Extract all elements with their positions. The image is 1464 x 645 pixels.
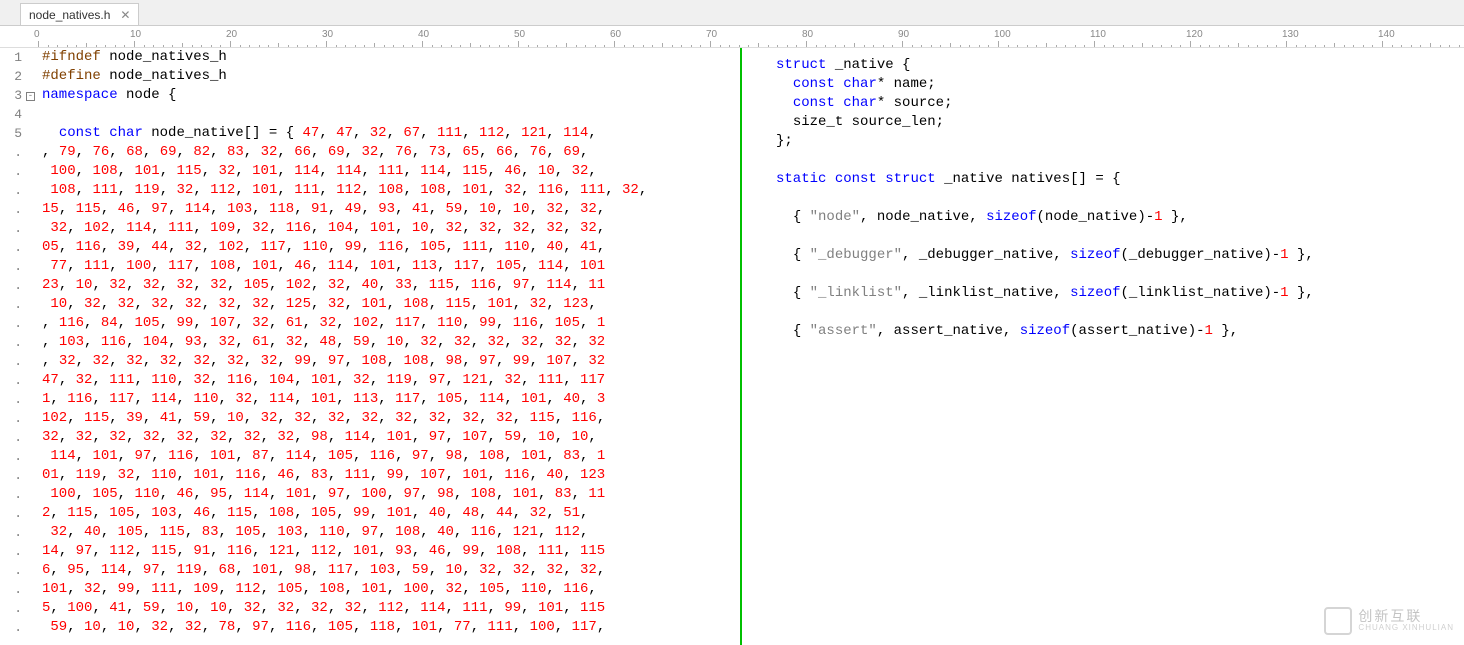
line-number: . — [4, 238, 22, 257]
ruler-label: 0 — [34, 29, 40, 40]
line-number: . — [4, 580, 22, 599]
watermark-text-cn: 创新互联 — [1358, 609, 1454, 624]
editor-window: node_natives.h ✕ 0 10 20 30 40 50 60 70 80 90 100 1… — [0, 0, 1464, 645]
line-number: . — [4, 352, 22, 371]
line-number: . — [4, 428, 22, 447]
line-number: . — [4, 257, 22, 276]
ruler-label: 60 — [610, 29, 621, 40]
tab-filename: node_natives.h — [29, 8, 110, 22]
watermark-text-en: CHUANG XINHULIAN — [1358, 624, 1454, 633]
line-number: . — [4, 390, 22, 409]
ruler-label: 20 — [226, 29, 237, 40]
code-content-right[interactable]: struct _native { const char* name; const… — [772, 56, 1464, 360]
ruler-label: 70 — [706, 29, 717, 40]
right-code-pane[interactable]: struct _native { const char* name; const… — [740, 48, 1464, 645]
line-number: . — [4, 637, 22, 645]
line-number: 3 — [4, 86, 22, 105]
ruler-label: 100 — [994, 29, 1011, 40]
ruler-label: 50 — [514, 29, 525, 40]
line-number: . — [4, 276, 22, 295]
tab-bar: node_natives.h ✕ — [0, 0, 1464, 26]
code-content-left[interactable]: #ifndef node_natives_h#define node_nativ… — [38, 48, 740, 645]
fold-toggle-icon[interactable]: - — [26, 92, 35, 101]
line-number: . — [4, 219, 22, 238]
line-number: . — [4, 485, 22, 504]
watermark: 创新互联 CHUANG XINHULIAN — [1324, 607, 1454, 635]
line-number-gutter: 12345.............................. — [0, 48, 26, 645]
ruler-label: 130 — [1282, 29, 1299, 40]
line-number: . — [4, 200, 22, 219]
line-number: 2 — [4, 67, 22, 86]
split-view: 12345.............................. - #i… — [0, 48, 1464, 645]
line-number: . — [4, 599, 22, 618]
line-number: . — [4, 523, 22, 542]
file-tab[interactable]: node_natives.h ✕ — [20, 3, 139, 25]
line-number: 1 — [4, 48, 22, 67]
line-number: . — [4, 447, 22, 466]
line-number: . — [4, 162, 22, 181]
line-number: . — [4, 181, 22, 200]
watermark-logo-icon — [1324, 607, 1352, 635]
line-number: . — [4, 314, 22, 333]
ruler-label: 110 — [1090, 29, 1106, 40]
line-number: . — [4, 466, 22, 485]
line-number: . — [4, 143, 22, 162]
line-number: . — [4, 618, 22, 637]
fold-gutter: - — [26, 48, 38, 645]
ruler-label: 90 — [898, 29, 909, 40]
ruler-label: 80 — [802, 29, 813, 40]
ruler-label: 30 — [322, 29, 333, 40]
line-number: 5 — [4, 124, 22, 143]
close-icon[interactable]: ✕ — [120, 8, 130, 22]
left-code-pane[interactable]: 12345.............................. - #i… — [0, 48, 740, 645]
ruler-label: 140 — [1378, 29, 1395, 40]
line-number: . — [4, 504, 22, 523]
line-number: . — [4, 333, 22, 352]
ruler-label: 40 — [418, 29, 429, 40]
line-number: . — [4, 542, 22, 561]
column-ruler: 0 10 20 30 40 50 60 70 80 90 100 110 120 130 140 — [0, 26, 1464, 48]
line-number: . — [4, 371, 22, 390]
ruler-label: 120 — [1186, 29, 1203, 40]
line-number: 4 — [4, 105, 22, 124]
line-number: . — [4, 561, 22, 580]
ruler-label: 10 — [130, 29, 141, 40]
line-number: . — [4, 409, 22, 428]
line-number: . — [4, 295, 22, 314]
